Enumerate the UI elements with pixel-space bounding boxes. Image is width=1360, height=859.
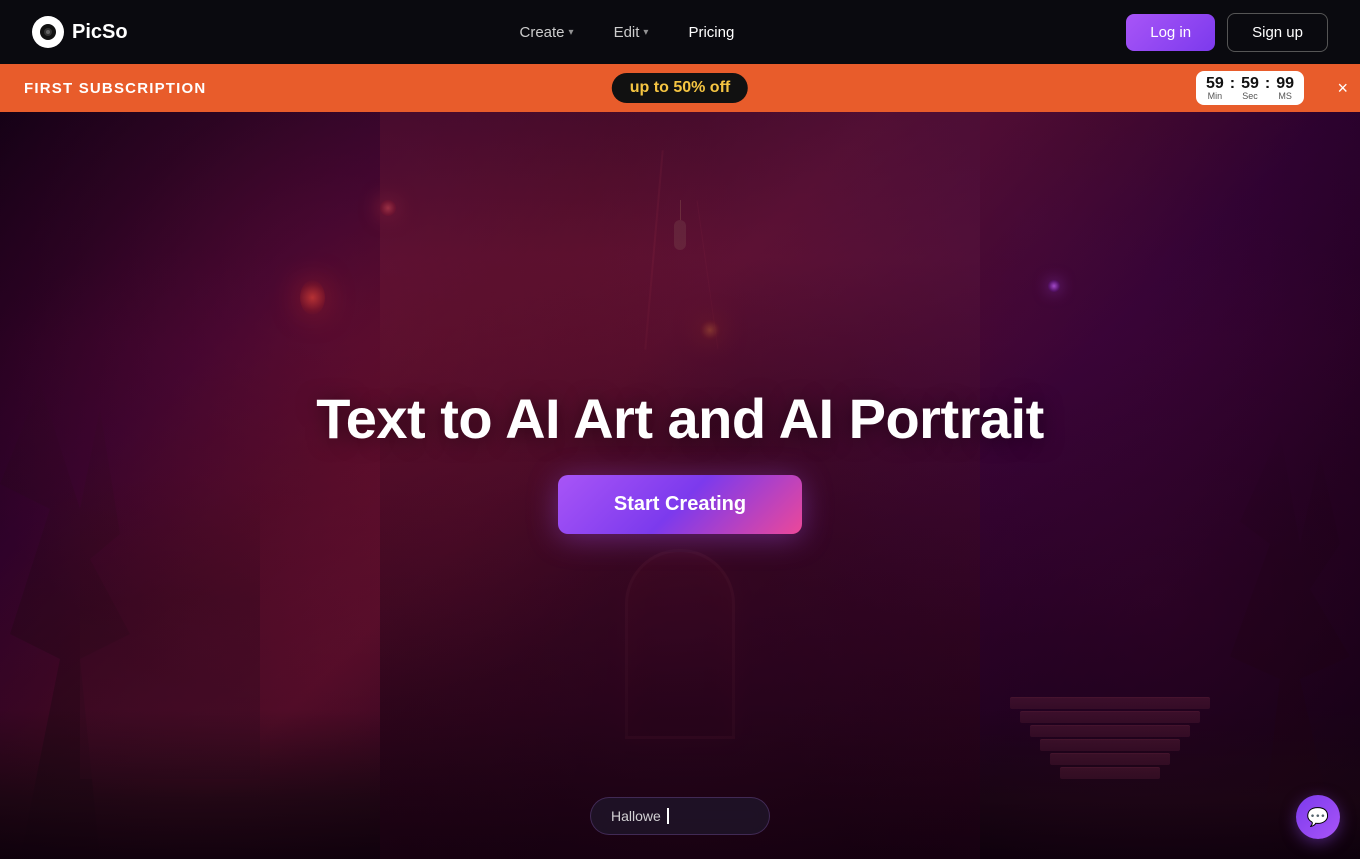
create-label: Create: [520, 24, 565, 41]
timer-ms-value: 99: [1276, 75, 1294, 93]
logo-svg: [38, 22, 58, 42]
edit-menu[interactable]: Edit ▾: [598, 16, 665, 49]
promo-badge-prefix: up to: [630, 79, 674, 96]
timer-ms: 99 MS: [1276, 75, 1294, 102]
signup-button[interactable]: Sign up: [1227, 13, 1328, 52]
bottom-search-bar[interactable]: Hallowe: [590, 797, 770, 835]
timer-minutes: 59 Min: [1206, 75, 1224, 102]
promo-badge-text: up to 50% off: [630, 79, 730, 96]
promo-banner: FIRST SUBSCRIPTION up to 50% off 59 Min …: [0, 64, 1360, 112]
logo[interactable]: PicSo: [32, 16, 128, 48]
navbar: PicSo Create ▾ Edit ▾ Pricing Log in Sig…: [0, 0, 1360, 64]
promo-right: 59 Min : 59 Sec : 99 MS ×: [1196, 71, 1336, 106]
logo-icon: [32, 16, 64, 48]
create-menu[interactable]: Create ▾: [504, 16, 590, 49]
search-cursor: [667, 808, 669, 824]
nav-buttons: Log in Sign up: [1126, 13, 1328, 52]
hero-section: Text to AI Art and AI Portrait Start Cre…: [0, 0, 1360, 859]
chat-widget-button[interactable]: 💬: [1296, 795, 1340, 839]
logo-text: PicSo: [72, 21, 128, 44]
timer-ms-label: MS: [1278, 92, 1292, 101]
timer-seconds-label: Sec: [1242, 92, 1258, 101]
search-value: Hallowe: [611, 808, 661, 824]
create-chevron-icon: ▾: [569, 27, 574, 38]
hero-title: Text to AI Art and AI Portrait: [316, 386, 1044, 451]
edit-label: Edit: [614, 24, 640, 41]
hero-content: Text to AI Art and AI Portrait Start Cre…: [316, 386, 1044, 534]
pricing-link[interactable]: Pricing: [672, 16, 750, 49]
promo-badge[interactable]: up to 50% off: [612, 73, 748, 103]
chat-icon: 💬: [1307, 807, 1329, 828]
timer-colon-2: :: [1265, 75, 1270, 101]
start-creating-button[interactable]: Start Creating: [558, 475, 802, 534]
timer-minutes-label: Min: [1208, 92, 1223, 101]
edit-chevron-icon: ▾: [643, 27, 648, 38]
timer-seconds: 59 Sec: [1241, 75, 1259, 102]
timer-colon-1: :: [1230, 75, 1235, 101]
timer-seconds-value: 59: [1241, 75, 1259, 93]
promo-badge-highlight: 50% off: [673, 79, 730, 96]
nav-links: Create ▾ Edit ▾ Pricing: [504, 16, 751, 49]
countdown-timer: 59 Min : 59 Sec : 99 MS: [1196, 71, 1304, 106]
timer-minutes-value: 59: [1206, 75, 1224, 93]
promo-close-button[interactable]: ×: [1337, 79, 1348, 97]
promo-text: FIRST SUBSCRIPTION: [24, 80, 206, 97]
login-button[interactable]: Log in: [1126, 14, 1215, 51]
